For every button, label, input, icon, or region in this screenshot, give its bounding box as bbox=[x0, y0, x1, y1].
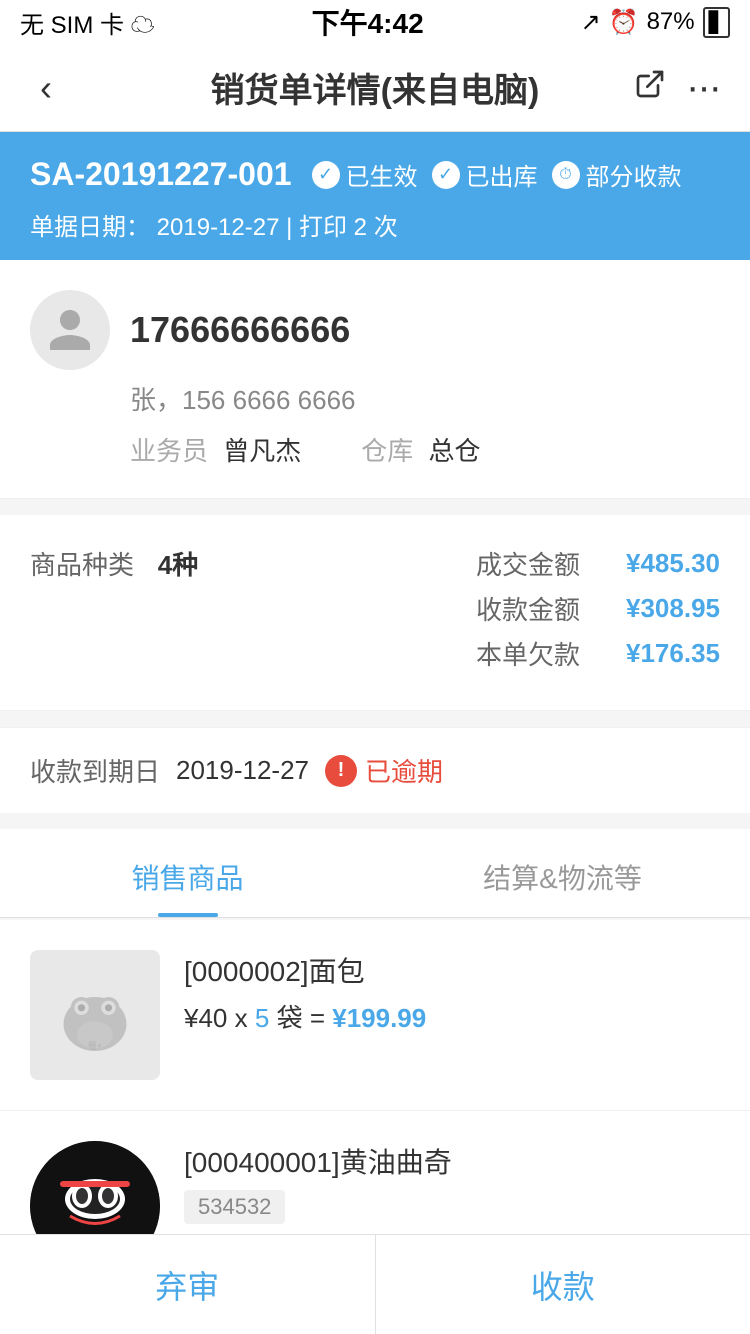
owed-label: 本单欠款 bbox=[476, 635, 580, 672]
product-batch-cookies: 534532 bbox=[184, 1190, 285, 1224]
owed-value: ¥176.35 bbox=[600, 638, 720, 669]
product-item: 餐+ [0000002]面包 ¥40 x 5 袋 = ¥199.99 bbox=[0, 920, 750, 1111]
customer-name: 张，156 6666 6666 bbox=[130, 380, 720, 417]
product-types-label: 商品种类 bbox=[30, 550, 134, 580]
sales-person-item: 业务员 曾凡杰 bbox=[130, 431, 301, 468]
status-badges: ✓ 已生效 ✓ 已出库 ⏱ 部分收款 bbox=[312, 157, 682, 192]
tabs-row: 销售商品 结算&物流等 bbox=[0, 829, 750, 917]
status-effective-label: 已生效 bbox=[346, 157, 418, 192]
tab-settlement[interactable]: 结算&物流等 bbox=[375, 829, 750, 917]
customer-section: 17666666666 张，156 6666 6666 业务员 曾凡杰 仓库 总… bbox=[0, 260, 750, 499]
product-name-cookies: [000400001]黄油曲奇 bbox=[184, 1141, 720, 1181]
order-number: SA-20191227-001 bbox=[30, 156, 292, 193]
tab-sales-products[interactable]: 销售商品 bbox=[0, 829, 375, 917]
order-date-value: 2019-12-27 bbox=[157, 214, 280, 241]
sales-person-label: 业务员 bbox=[130, 436, 208, 466]
battery-icon: ▋ bbox=[703, 7, 730, 38]
status-right: ↗ ⏰ 87% ▋ bbox=[581, 7, 730, 38]
status-shipped-label: 已出库 bbox=[466, 157, 538, 192]
product-count-value: 4种 bbox=[158, 550, 198, 580]
due-date-value: 2019-12-27 bbox=[176, 755, 309, 786]
overdue-badge: ! 已逾期 bbox=[325, 752, 443, 789]
product-price-bread: ¥40 x 5 袋 = ¥199.99 bbox=[184, 998, 720, 1035]
sales-person-value: 曾凡杰 bbox=[223, 436, 301, 466]
product-thumb-bread: 餐+ bbox=[30, 950, 160, 1080]
status-partial-label: 部分收款 bbox=[586, 157, 682, 192]
warehouse-item: 仓库 总仓 bbox=[361, 431, 480, 468]
due-section: 收款到期日 2019-12-27 ! 已逾期 bbox=[0, 727, 750, 813]
deal-amount-row: 成交金额 ¥485.30 bbox=[476, 545, 720, 582]
product-types-col: 商品种类 4种 bbox=[30, 545, 198, 582]
more-button[interactable]: ··· bbox=[686, 65, 720, 110]
avatar-icon bbox=[45, 305, 95, 355]
owl-icon: 餐+ bbox=[50, 970, 140, 1060]
tabs-section: 销售商品 结算&物流等 bbox=[0, 829, 750, 918]
due-label: 收款到期日 bbox=[30, 752, 160, 789]
price-base-bread: ¥40 bbox=[184, 1003, 227, 1033]
quantity-bread: 5 bbox=[255, 1003, 269, 1033]
tab-settlement-label: 结算&物流等 bbox=[483, 863, 642, 894]
tab-sales-label: 销售商品 bbox=[131, 863, 243, 894]
status-time: 下午4:42 bbox=[312, 2, 424, 42]
warehouse-value: 总仓 bbox=[429, 436, 481, 466]
bottom-toolbar: 弃审 收款 bbox=[0, 1234, 750, 1334]
customer-id-row: 17666666666 bbox=[30, 290, 720, 370]
overdue-icon: ! bbox=[325, 755, 357, 787]
collected-label: 收款金额 bbox=[476, 590, 580, 627]
collect-payment-button[interactable]: 收款 bbox=[376, 1235, 750, 1334]
signal-text: 无 SIM 卡 ☁ bbox=[20, 5, 155, 40]
deal-amount-value: ¥485.30 bbox=[600, 548, 720, 579]
status-left: 无 SIM 卡 ☁ bbox=[20, 5, 155, 40]
warehouse-label: 仓库 bbox=[361, 436, 413, 466]
deal-amount-label: 成交金额 bbox=[476, 545, 580, 582]
customer-meta: 业务员 曾凡杰 仓库 总仓 bbox=[130, 431, 720, 468]
status-badge-shipped: ✓ 已出库 bbox=[432, 157, 538, 192]
financial-section: 商品种类 4种 成交金额 ¥485.30 收款金额 ¥308.95 本单欠款 ¥… bbox=[0, 515, 750, 711]
date-label: 单据日期： bbox=[30, 214, 150, 241]
amounts-col: 成交金额 ¥485.30 收款金额 ¥308.95 本单欠款 ¥176.35 bbox=[476, 545, 720, 680]
share-button[interactable] bbox=[634, 68, 666, 108]
product-info-bread: [0000002]面包 ¥40 x 5 袋 = ¥199.99 bbox=[184, 950, 720, 1035]
product-name-bread: [0000002]面包 bbox=[184, 950, 720, 990]
order-header: SA-20191227-001 ✓ 已生效 ✓ 已出库 ⏱ 部分收款 单据日期：… bbox=[0, 132, 750, 260]
svg-text:餐+: 餐+ bbox=[88, 1040, 102, 1051]
owed-row: 本单欠款 ¥176.35 bbox=[476, 635, 720, 672]
battery-text: 87% bbox=[647, 8, 695, 36]
order-date: 单据日期： 2019-12-27 | 打印 2 次 bbox=[30, 207, 720, 242]
collected-value: ¥308.95 bbox=[600, 593, 720, 624]
page-title: 销货单详情(来自电脑) bbox=[211, 63, 540, 112]
alarm-icon: ⏰ bbox=[609, 8, 639, 37]
check-icon-effective: ✓ bbox=[312, 161, 340, 189]
location-icon: ↗ bbox=[581, 8, 601, 37]
clock-icon-partial: ⏱ bbox=[552, 161, 580, 189]
nav-bar: ‹ 销货单详情(来自电脑) ··· bbox=[0, 44, 750, 132]
total-bread: ¥199.99 bbox=[332, 1003, 426, 1033]
check-icon-shipped: ✓ bbox=[432, 161, 460, 189]
cancel-review-button[interactable]: 弃审 bbox=[0, 1235, 376, 1334]
unit-bread: 袋 bbox=[277, 1003, 303, 1033]
status-bar: 无 SIM 卡 ☁ 下午4:42 ↗ ⏰ 87% ▋ bbox=[0, 0, 750, 44]
customer-avatar bbox=[30, 290, 110, 370]
nav-actions: ··· bbox=[634, 65, 720, 110]
financial-row: 商品种类 4种 成交金额 ¥485.30 收款金额 ¥308.95 本单欠款 ¥… bbox=[30, 545, 720, 680]
customer-id-text: 17666666666 bbox=[130, 309, 350, 351]
status-badge-partial: ⏱ 部分收款 bbox=[552, 157, 682, 192]
print-info: | 打印 2 次 bbox=[286, 214, 398, 241]
status-badge-effective: ✓ 已生效 bbox=[312, 157, 418, 192]
back-button[interactable]: ‹ bbox=[30, 57, 62, 119]
collected-row: 收款金额 ¥308.95 bbox=[476, 590, 720, 627]
overdue-text: 已逾期 bbox=[365, 752, 443, 789]
